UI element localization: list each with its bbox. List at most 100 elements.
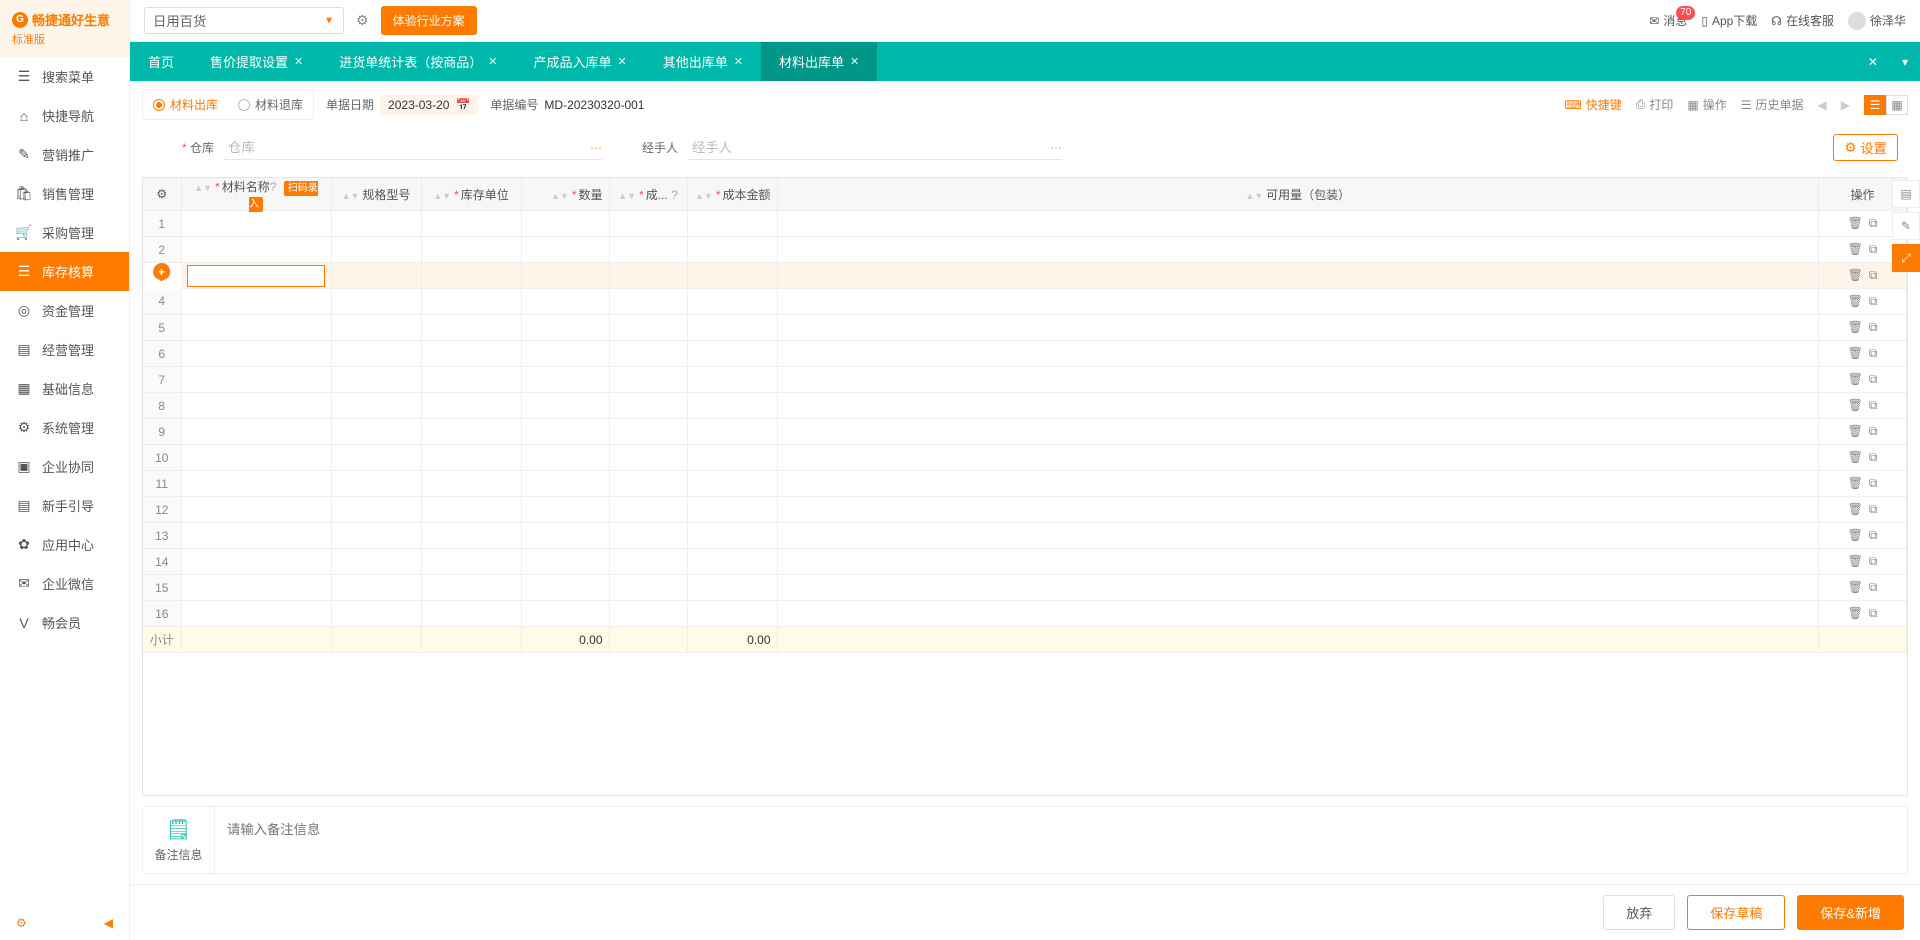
delete-icon[interactable]: 🗑 bbox=[1848, 424, 1863, 438]
close-all-icon[interactable]: ✕ bbox=[1856, 45, 1890, 79]
tab-3[interactable]: 产成品入库单✕ bbox=[515, 42, 644, 81]
warehouse-input[interactable] bbox=[224, 136, 602, 160]
collapse-icon[interactable]: ◀ bbox=[104, 916, 113, 930]
close-icon[interactable]: ✕ bbox=[488, 55, 497, 68]
save-new-button[interactable]: 保存&新增 bbox=[1797, 895, 1904, 930]
table-row[interactable]: 8 🗑⧉ bbox=[143, 393, 1907, 419]
handler-input[interactable] bbox=[688, 136, 1062, 160]
rail-btn-3[interactable]: ⤢ bbox=[1892, 244, 1920, 272]
sidebar-item-8[interactable]: ▦基础信息 bbox=[0, 369, 129, 408]
table-row[interactable]: 5 🗑⧉ bbox=[143, 315, 1907, 341]
delete-icon[interactable]: 🗑 bbox=[1848, 398, 1863, 412]
copy-icon[interactable]: ⧉ bbox=[1869, 372, 1878, 386]
sidebar-item-3[interactable]: 🛍销售管理 bbox=[0, 174, 129, 213]
sidebar-item-2[interactable]: ✎营销推广 bbox=[0, 135, 129, 174]
table-row[interactable]: 2 🗑⧉ bbox=[143, 237, 1907, 263]
mode-option-1[interactable]: 材料退库 bbox=[228, 90, 313, 119]
date-value[interactable]: 2023-03-20 📅 bbox=[380, 95, 478, 115]
sidebar-item-7[interactable]: ▤经营管理 bbox=[0, 330, 129, 369]
copy-icon[interactable]: ⧉ bbox=[1869, 242, 1878, 256]
sidebar-item-1[interactable]: ⌂快捷导航 bbox=[0, 96, 129, 135]
sidebar-item-14[interactable]: V畅会员 bbox=[0, 603, 129, 642]
notes-input[interactable] bbox=[215, 807, 1907, 873]
rail-btn-2[interactable]: ✎ bbox=[1892, 212, 1920, 240]
delete-icon[interactable]: 🗑 bbox=[1848, 294, 1863, 308]
delete-icon[interactable]: 🗑 bbox=[1848, 346, 1863, 360]
delete-icon[interactable]: 🗑 bbox=[1848, 554, 1863, 568]
rail-btn-1[interactable]: ▤ bbox=[1892, 180, 1920, 208]
delete-icon[interactable]: 🗑 bbox=[1848, 502, 1863, 516]
workspace-input[interactable] bbox=[144, 7, 344, 34]
table-row[interactable]: 1 🗑⧉ bbox=[143, 211, 1907, 237]
tab-4[interactable]: 其他出库单✕ bbox=[645, 42, 761, 81]
copy-icon[interactable]: ⧉ bbox=[1869, 528, 1878, 542]
delete-icon[interactable]: 🗑 bbox=[1848, 450, 1863, 464]
operation-link[interactable]: ▦操作 bbox=[1687, 96, 1726, 113]
user-menu[interactable]: 徐泽华 bbox=[1848, 12, 1906, 30]
next-icon[interactable]: ▶ bbox=[1841, 98, 1850, 112]
delete-icon[interactable]: 🗑 bbox=[1848, 216, 1863, 230]
copy-icon[interactable]: ⧉ bbox=[1869, 580, 1878, 594]
col-config[interactable]: ⚙ bbox=[143, 178, 181, 211]
copy-icon[interactable]: ⧉ bbox=[1869, 424, 1878, 438]
copy-icon[interactable]: ⧉ bbox=[1869, 476, 1878, 490]
view-card[interactable]: ▦ bbox=[1886, 95, 1908, 115]
sidebar-item-12[interactable]: ✿应用中心 bbox=[0, 525, 129, 564]
sidebar-item-11[interactable]: ▤新手引导 bbox=[0, 486, 129, 525]
delete-icon[interactable]: 🗑 bbox=[1848, 372, 1863, 386]
help-icon[interactable]: ? bbox=[671, 188, 678, 202]
table-row[interactable]: 16 🗑⧉ bbox=[143, 601, 1907, 627]
copy-icon[interactable]: ⧉ bbox=[1869, 346, 1878, 360]
copy-icon[interactable]: ⧉ bbox=[1869, 294, 1878, 308]
shortcut-link[interactable]: ⌨快捷键 bbox=[1564, 96, 1621, 113]
field-settings-button[interactable]: ⚙设置 bbox=[1833, 134, 1898, 161]
online-service-link[interactable]: ☊ 在线客服 bbox=[1771, 12, 1834, 29]
close-icon[interactable]: ✕ bbox=[734, 55, 743, 68]
copy-icon[interactable]: ⧉ bbox=[1869, 268, 1878, 282]
copy-icon[interactable]: ⧉ bbox=[1869, 216, 1878, 230]
delete-icon[interactable]: 🗑 bbox=[1848, 268, 1863, 282]
tab-1[interactable]: 售价提取设置✕ bbox=[192, 42, 321, 81]
gear-icon[interactable]: ⚙ bbox=[356, 12, 369, 29]
tab-0[interactable]: 首页 bbox=[130, 42, 192, 81]
view-list[interactable]: ☰ bbox=[1864, 95, 1886, 115]
table-row[interactable]: 6 🗑⧉ bbox=[143, 341, 1907, 367]
copy-icon[interactable]: ⧉ bbox=[1869, 450, 1878, 464]
sidebar-item-4[interactable]: 🛒采购管理 bbox=[0, 213, 129, 252]
cta-button[interactable]: 体验行业方案 bbox=[381, 6, 477, 35]
table-row[interactable]: 7 🗑⧉ bbox=[143, 367, 1907, 393]
table-row[interactable]: 14 🗑⧉ bbox=[143, 549, 1907, 575]
table-row[interactable]: + 🗑⧉ bbox=[143, 263, 1907, 289]
copy-icon[interactable]: ⧉ bbox=[1869, 320, 1878, 334]
tab-more-icon[interactable]: ▾ bbox=[1890, 45, 1920, 79]
warehouse-more-icon[interactable]: ⋯ bbox=[590, 141, 602, 155]
copy-icon[interactable]: ⧉ bbox=[1869, 502, 1878, 516]
workspace-select[interactable]: ▼ bbox=[144, 7, 344, 34]
save-draft-button[interactable]: 保存草稿 bbox=[1687, 895, 1785, 930]
copy-icon[interactable]: ⧉ bbox=[1869, 554, 1878, 568]
table-row[interactable]: 11 🗑⧉ bbox=[143, 471, 1907, 497]
copy-icon[interactable]: ⧉ bbox=[1869, 606, 1878, 620]
table-row[interactable]: 12 🗑⧉ bbox=[143, 497, 1907, 523]
delete-icon[interactable]: 🗑 bbox=[1848, 606, 1863, 620]
delete-icon[interactable]: 🗑 bbox=[1848, 476, 1863, 490]
tab-5[interactable]: 材料出库单✕ bbox=[761, 42, 877, 81]
sidebar-item-13[interactable]: ✉企业微信 bbox=[0, 564, 129, 603]
delete-icon[interactable]: 🗑 bbox=[1848, 580, 1863, 594]
table-row[interactable]: 4 🗑⧉ bbox=[143, 289, 1907, 315]
help-icon[interactable]: ? bbox=[270, 180, 277, 194]
table-row[interactable]: 15 🗑⧉ bbox=[143, 575, 1907, 601]
mode-option-0[interactable]: 材料出库 bbox=[143, 90, 228, 119]
table-row[interactable]: 10 🗑⧉ bbox=[143, 445, 1907, 471]
discard-button[interactable]: 放弃 bbox=[1603, 895, 1675, 930]
handler-more-icon[interactable]: ⋯ bbox=[1050, 141, 1062, 155]
table-row[interactable]: 9 🗑⧉ bbox=[143, 419, 1907, 445]
prev-icon[interactable]: ◀ bbox=[1818, 98, 1827, 112]
sidebar-item-0[interactable]: ☰搜索菜单 bbox=[0, 57, 129, 96]
material-name-input[interactable] bbox=[187, 265, 325, 287]
table-row[interactable]: 13 🗑⧉ bbox=[143, 523, 1907, 549]
sidebar-item-5[interactable]: ☰库存核算 bbox=[0, 252, 129, 291]
sidebar-item-6[interactable]: ◎资金管理 bbox=[0, 291, 129, 330]
close-icon[interactable]: ✕ bbox=[850, 55, 859, 68]
close-icon[interactable]: ✕ bbox=[618, 55, 627, 68]
